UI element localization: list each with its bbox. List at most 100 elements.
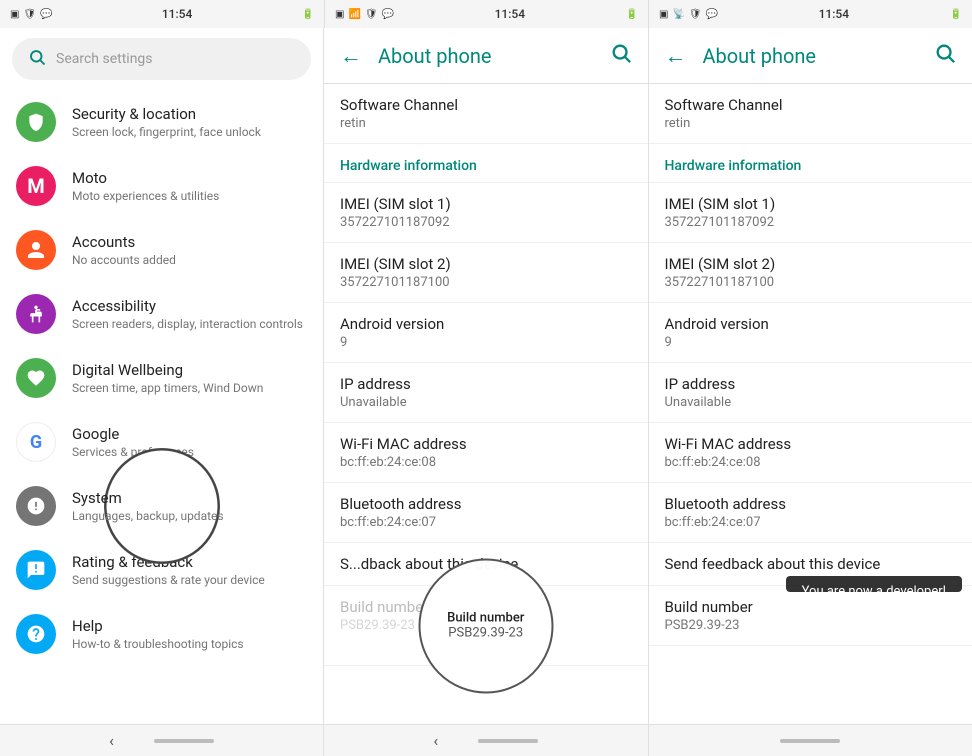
settings-item-moto[interactable]: M Moto Moto experiences & utilities [0, 154, 323, 218]
system-text: System Languages, backup, updates [72, 489, 307, 523]
about-item-bluetooth-left[interactable]: Bluetooth address bc:ff:eb:24:ce:07 [324, 483, 648, 543]
shield-icon: 🛡 [23, 9, 36, 20]
accessibility-title: Accessibility [72, 297, 307, 315]
settings-item-digital[interactable]: Digital Wellbeing Screen time, app timer… [0, 346, 323, 410]
about-item-wifi-left[interactable]: Wi-Fi MAC address bc:ff:eb:24:ce:08 [324, 423, 648, 483]
settings-item-accounts[interactable]: Accounts No accounts added [0, 218, 323, 282]
status-icons-center-right: 🔋 [626, 9, 638, 20]
wifi-label-left: Wi-Fi MAC address [340, 435, 632, 453]
imei1-value-left: 357227101187092 [340, 215, 632, 230]
status-icons-center-left: ▣ 📶 🛡 💬 [335, 9, 394, 20]
search-bar[interactable]: Search settings [12, 38, 311, 80]
about-list-right: Software Channel retin Hardware informat… [649, 84, 972, 724]
software-channel-value-right: retin [665, 116, 957, 131]
imei1-label-left: IMEI (SIM slot 1) [340, 195, 632, 213]
security-subtitle: Screen lock, fingerprint, face unlock [72, 125, 307, 139]
battery-icon: 🔋 [302, 9, 314, 20]
sim-icon: ▣ [10, 9, 19, 20]
digital-subtitle: Screen time, app timers, Wind Down [72, 381, 307, 395]
about-title-left: About phone [378, 44, 594, 68]
about-item-android-right[interactable]: Android version 9 [649, 303, 972, 363]
ip-label-left: IP address [340, 375, 632, 393]
back-arrow-about-left[interactable]: ‹ [433, 731, 438, 750]
accounts-text: Accounts No accounts added [72, 233, 307, 267]
bluetooth-value-left: bc:ff:eb:24:ce:07 [340, 515, 632, 530]
status-time-right: 11:54 [819, 7, 849, 21]
help-subtitle: How-to & troubleshooting topics [72, 637, 307, 651]
imei2-value-left: 357227101187100 [340, 275, 632, 290]
about-item-imei2-right[interactable]: IMEI (SIM slot 2) 357227101187100 [649, 243, 972, 303]
ip-label-right: IP address [665, 375, 957, 393]
status-icons-right-left: 🔋 [302, 9, 314, 20]
sim3-icon: ▣ [659, 9, 668, 20]
feedback-label-right: Send feedback about this device [665, 555, 957, 573]
shield3-icon: 🛡 [689, 9, 702, 20]
about-item-bluetooth-right[interactable]: Bluetooth address bc:ff:eb:24:ce:07 [649, 483, 972, 543]
about-item-ip-right[interactable]: IP address Unavailable [649, 363, 972, 423]
search-placeholder: Search settings [56, 51, 153, 67]
build-circle: Build number PSB29.39-23 [418, 558, 553, 693]
bluetooth-value-right: bc:ff:eb:24:ce:07 [665, 515, 957, 530]
about-item-imei2-left[interactable]: IMEI (SIM slot 2) 357227101187100 [324, 243, 648, 303]
sim2-icon: ▣ [335, 9, 344, 20]
about-item-imei1-left[interactable]: IMEI (SIM slot 1) 357227101187092 [324, 183, 648, 243]
rating-subtitle: Send suggestions & rate your device [72, 573, 307, 587]
message2-icon: 💬 [382, 9, 394, 20]
status-section-left: ▣ 🛡 💬 11:54 🔋 [0, 0, 324, 28]
about-item-wifi-right[interactable]: Wi-Fi MAC address bc:ff:eb:24:ce:08 [649, 423, 972, 483]
help-text: Help How-to & troubleshooting topics [72, 617, 307, 651]
search-header-icon-left[interactable] [610, 42, 632, 70]
moto-icon: M [16, 166, 56, 206]
wifi-value-right: bc:ff:eb:24:ce:08 [665, 455, 957, 470]
google-icon: G [16, 422, 56, 462]
digital-title: Digital Wellbeing [72, 361, 307, 379]
google-title: Google [72, 425, 307, 443]
android-value-right: 9 [665, 335, 957, 350]
about-header-right: ← About phone [649, 28, 972, 84]
about-item-software-channel-left[interactable]: Software Channel retin [324, 84, 648, 144]
build-label-right: Build number [665, 598, 957, 616]
bottom-nav-about-right [649, 724, 972, 756]
settings-item-security[interactable]: Security & location Screen lock, fingerp… [0, 90, 323, 154]
security-title: Security & location [72, 105, 307, 123]
nav-indicator-about-left [478, 739, 538, 743]
back-arrow-left[interactable]: ‹ [109, 731, 114, 750]
back-icon-left[interactable]: ← [340, 43, 362, 69]
about-item-software-channel-right[interactable]: Software Channel retin [649, 84, 972, 144]
search-header-icon-right[interactable] [934, 42, 956, 70]
status-time-left: 11:54 [162, 7, 192, 21]
android-label-left: Android version [340, 315, 632, 333]
settings-item-help[interactable]: Help How-to & troubleshooting topics [0, 602, 323, 666]
android-label-right: Android version [665, 315, 957, 333]
about-item-build-left[interactable]: Build number PSB29.39-23 Build number PS… [324, 586, 648, 666]
about-item-android-left[interactable]: Android version 9 [324, 303, 648, 363]
status-bar: ▣ 🛡 💬 11:54 🔋 ▣ 📶 🛡 💬 11:54 🔋 ▣ [0, 0, 972, 28]
build-circle-label: Build number [447, 611, 524, 626]
accounts-icon [16, 230, 56, 270]
imei1-label-right: IMEI (SIM slot 1) [665, 195, 957, 213]
settings-item-system[interactable]: System Languages, backup, updates [0, 474, 323, 538]
accounts-title: Accounts [72, 233, 307, 251]
about-item-ip-left[interactable]: IP address Unavailable [324, 363, 648, 423]
software-channel-value-left: retin [340, 116, 632, 131]
system-title: System [72, 489, 307, 507]
app-root: ▣ 🛡 💬 11:54 🔋 ▣ 📶 🛡 💬 11:54 🔋 ▣ [0, 0, 972, 756]
bottom-nav-about-left: ‹ [324, 724, 648, 756]
battery3-icon: 🔋 [950, 9, 962, 20]
wifi3-icon: 📡 [672, 9, 684, 20]
about-item-build-right[interactable]: Build number PSB29.39-23 You are now a d… [649, 586, 972, 646]
help-icon [16, 614, 56, 654]
shield2-icon: 🛡 [365, 9, 378, 20]
imei1-value-right: 357227101187092 [665, 215, 957, 230]
bottom-nav-left: ‹ [0, 724, 323, 756]
about-panels: www.droidtips... ← About phone Software … [324, 28, 972, 756]
wifi-icon: 📶 [348, 9, 360, 20]
settings-item-accessibility[interactable]: Accessibility Screen readers, display, i… [0, 282, 323, 346]
bluetooth-label-left: Bluetooth address [340, 495, 632, 513]
security-text: Security & location Screen lock, fingerp… [72, 105, 307, 139]
status-icons-right-side: 🔋 [950, 9, 962, 20]
about-panel-left: ← About phone Software Channel retin Har… [324, 28, 649, 756]
about-item-imei1-right[interactable]: IMEI (SIM slot 1) 357227101187092 [649, 183, 972, 243]
message-icon: 💬 [40, 9, 52, 20]
back-icon-right[interactable]: ← [665, 43, 687, 69]
